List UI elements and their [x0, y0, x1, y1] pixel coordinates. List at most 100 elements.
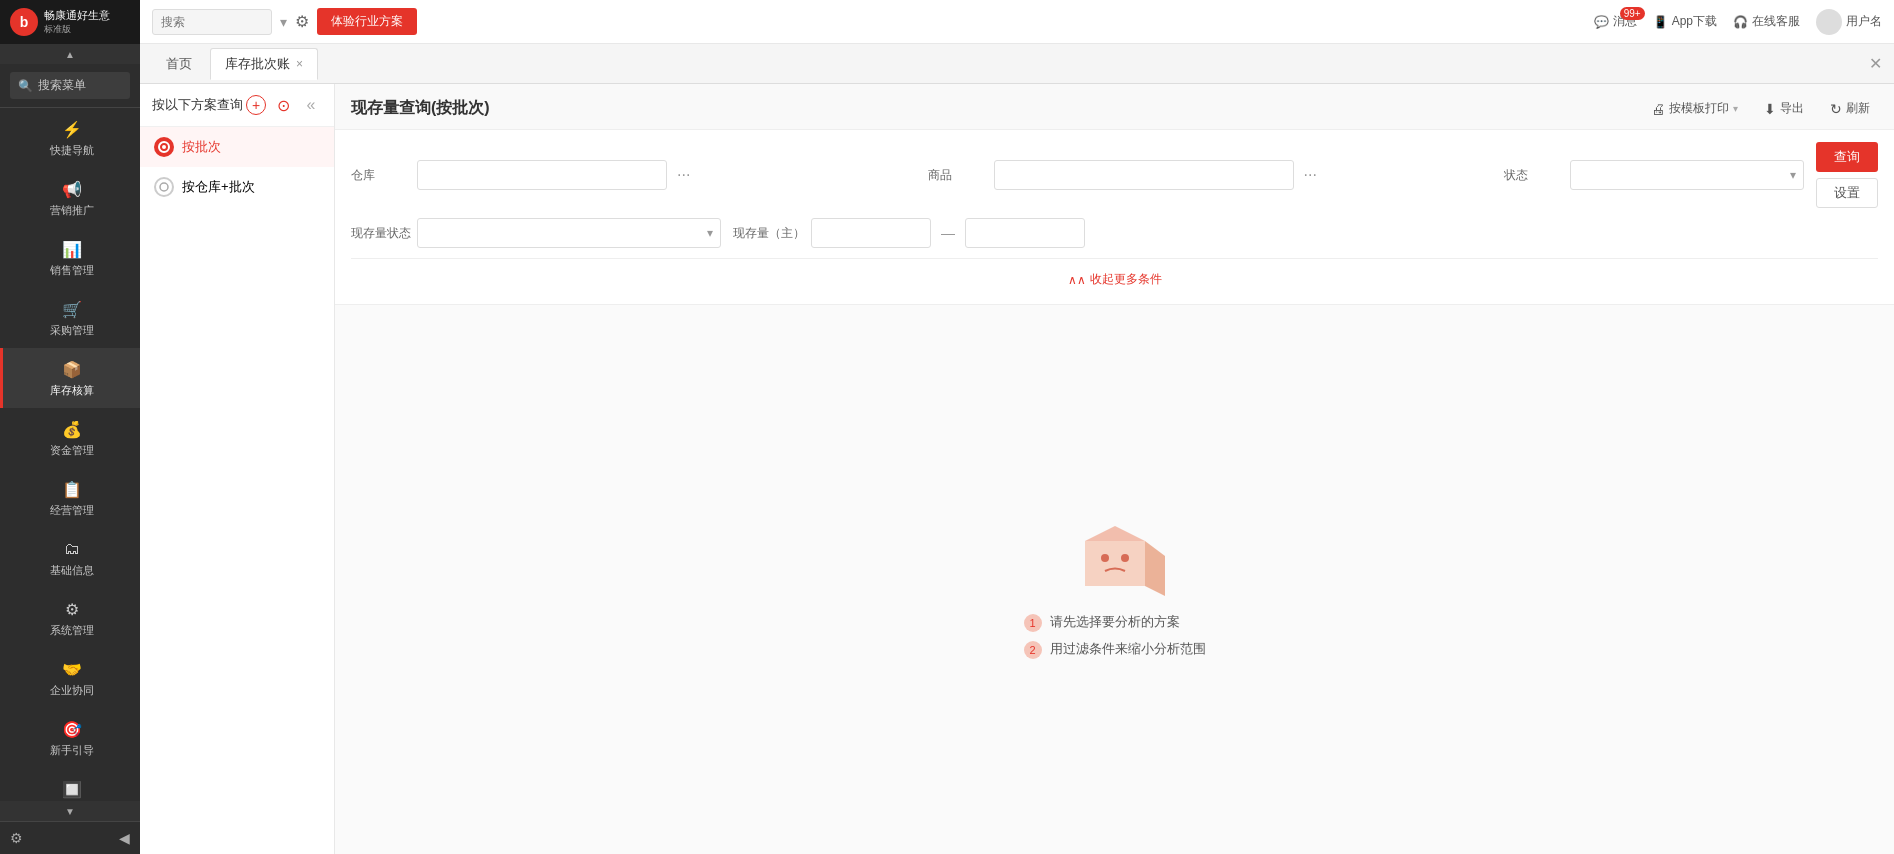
quick-nav-icon: ⚡ [61, 118, 83, 140]
empty-step-1: 1 请先选择要分析的方案 [1024, 613, 1206, 632]
product-input[interactable] [994, 160, 1294, 190]
tab-inventory-batch[interactable]: 库存批次账 × [210, 48, 318, 80]
product-more-button[interactable]: ··· [1300, 166, 1321, 184]
product-filter-group: 商品 ··· [928, 160, 1493, 190]
page-title: 现存量查询(按批次) [351, 98, 490, 119]
warehouse-more-button[interactable]: ··· [673, 166, 694, 184]
status-label: 状态 [1504, 167, 1564, 184]
sidebar-nav: ⚡ 快捷导航 📢 营销推广 📊 销售管理 🛒 采购管理 📦 库存核算 💰 资金管… [0, 108, 140, 801]
page-header: 现存量查询(按批次) 🖨 按模板打印 ▾ ⬇ 导出 ↻ 刷新 [335, 84, 1894, 130]
page-actions: 🖨 按模板打印 ▾ ⬇ 导出 ↻ 刷新 [1643, 96, 1878, 121]
message-icon: 💬 [1594, 15, 1609, 29]
status-select-wrap: 全部 ▾ [1570, 160, 1804, 190]
stock-qty-filter-group: 现存量（主） — [733, 218, 1133, 248]
app-center-icon: 🔲 [61, 778, 83, 800]
app-download-icon: 📱 [1653, 15, 1668, 29]
step-num-2: 2 [1024, 641, 1042, 659]
marketing-icon: 📢 [61, 178, 83, 200]
app-company: 畅康通好生意 [44, 8, 110, 22]
sidebar-item-enterprise[interactable]: 🤝 企业协同 [0, 648, 140, 708]
topbar-right: 💬 消息 99+ 📱 App下载 🎧 在线客服 用户名 [1594, 9, 1882, 35]
sidebar-item-basic-info[interactable]: 🗂 基础信息 [0, 528, 140, 588]
sidebar-item-quick-nav[interactable]: ⚡ 快捷导航 [0, 108, 140, 168]
tab-home[interactable]: 首页 [152, 48, 206, 80]
topbar-search-input[interactable] [152, 9, 272, 35]
app-download-button[interactable]: 📱 App下载 [1653, 13, 1717, 30]
main-area: ▾ ⚙ 体验行业方案 💬 消息 99+ 📱 App下载 🎧 在线客服 用户名 [140, 0, 1894, 854]
app-edition: 标准版 [44, 23, 110, 36]
tab-close-global-icon[interactable]: ✕ [1869, 54, 1882, 73]
sidebar-settings-button[interactable]: ⚙ [10, 830, 23, 846]
messages-button[interactable]: 💬 消息 99+ [1594, 13, 1637, 30]
stock-status-select-wrap: ▾ [417, 218, 721, 248]
purchase-icon: 🛒 [61, 298, 83, 320]
svg-marker-5 [1145, 541, 1165, 596]
topbar-gear-icon[interactable]: ⚙ [295, 12, 309, 31]
message-badge: 99+ [1620, 7, 1645, 20]
online-service-button[interactable]: 🎧 在线客服 [1733, 13, 1800, 30]
sidebar-search-button[interactable]: 🔍 搜索菜单 [10, 72, 130, 99]
scroll-up-button[interactable]: ▲ [0, 44, 140, 64]
sidebar-item-app-center[interactable]: 🔲 应用中心 [0, 768, 140, 801]
sidebar-item-purchase[interactable]: 🛒 采购管理 [0, 288, 140, 348]
step-num-1: 1 [1024, 614, 1042, 632]
scheme-by-warehouse-batch[interactable]: 按仓库+批次 [140, 167, 334, 207]
topbar-chevron-icon[interactable]: ▾ [280, 14, 287, 30]
right-panel: 现存量查询(按批次) 🖨 按模板打印 ▾ ⬇ 导出 ↻ 刷新 [335, 84, 1894, 854]
left-panel-header: 按以下方案查询 + ⊙ « [140, 84, 334, 127]
user-profile-button[interactable]: 用户名 [1816, 9, 1882, 35]
scroll-down-button[interactable]: ▼ [0, 801, 140, 821]
by-warehouse-batch-icon [154, 177, 174, 197]
stock-qty-separator: — [937, 225, 959, 241]
empty-step-2: 2 用过滤条件来缩小分析范围 [1024, 640, 1206, 659]
sidebar-item-inventory[interactable]: 📦 库存核算 [0, 348, 140, 408]
print-icon: 🖨 [1651, 101, 1665, 117]
sidebar-collapse-button[interactable]: ◀ [119, 830, 130, 846]
warehouse-filter-group: 仓库 ··· [351, 160, 916, 190]
print-button[interactable]: 🖨 按模板打印 ▾ [1643, 96, 1746, 121]
sidebar-item-newbie[interactable]: 🎯 新手引导 [0, 708, 140, 768]
settings-button[interactable]: 设置 [1816, 178, 1878, 208]
product-label: 商品 [928, 167, 988, 184]
svg-marker-4 [1085, 526, 1145, 541]
sidebar-item-marketing[interactable]: 📢 营销推广 [0, 168, 140, 228]
collapse-filter-button[interactable]: ∧∧ 收起更多条件 [1068, 267, 1162, 292]
sidebar-item-system[interactable]: ⚙ 系统管理 [0, 588, 140, 648]
filter-row-1: 仓库 ··· 商品 ··· 状态 [351, 142, 1878, 208]
basic-info-icon: 🗂 [61, 538, 83, 560]
stock-status-filter-group: 现存量状态 ▾ [351, 218, 721, 248]
newbie-icon: 🎯 [61, 718, 83, 740]
stock-status-select[interactable] [417, 218, 721, 248]
add-scheme-button[interactable]: + [246, 95, 266, 115]
svg-point-1 [162, 145, 166, 149]
svg-point-9 [1121, 554, 1129, 562]
product-dots-icon: ··· [1304, 166, 1317, 183]
left-panel: 按以下方案查询 + ⊙ « 按批次 [140, 84, 335, 854]
data-area: 1 请先选择要分析的方案 2 用过滤条件来缩小分析范围 [335, 305, 1894, 854]
stock-qty-to-input[interactable] [965, 218, 1085, 248]
sidebar-item-operations[interactable]: 📋 经营管理 [0, 468, 140, 528]
scheme-settings-button[interactable]: ⊙ [272, 94, 294, 116]
export-button[interactable]: ⬇ 导出 [1756, 96, 1812, 121]
sidebar-search-container: 🔍 搜索菜单 [0, 64, 140, 108]
warehouse-input[interactable] [417, 160, 667, 190]
collapse-panel-button[interactable]: « [300, 94, 322, 116]
svg-marker-3 [1085, 541, 1145, 586]
status-select[interactable]: 全部 [1570, 160, 1804, 190]
collapse-icon: ∧∧ [1068, 273, 1086, 287]
refresh-icon: ↻ [1830, 101, 1842, 117]
status-filter-group: 状态 全部 ▾ [1504, 160, 1804, 190]
filter-area: 仓库 ··· 商品 ··· 状态 [335, 130, 1894, 305]
sales-icon: 📊 [61, 238, 83, 260]
scheme-by-batch[interactable]: 按批次 [140, 127, 334, 167]
query-button[interactable]: 查询 [1816, 142, 1878, 172]
refresh-button[interactable]: ↻ 刷新 [1822, 96, 1878, 121]
trial-button[interactable]: 体验行业方案 [317, 8, 417, 35]
empty-state-icon [1055, 501, 1175, 601]
scheme-settings-icon: ⊙ [277, 96, 290, 115]
sidebar-item-sales[interactable]: 📊 销售管理 [0, 228, 140, 288]
stock-qty-from-input[interactable] [811, 218, 931, 248]
sidebar-item-finance[interactable]: 💰 资金管理 [0, 408, 140, 468]
tab-close-icon[interactable]: × [296, 57, 303, 71]
service-icon: 🎧 [1733, 15, 1748, 29]
